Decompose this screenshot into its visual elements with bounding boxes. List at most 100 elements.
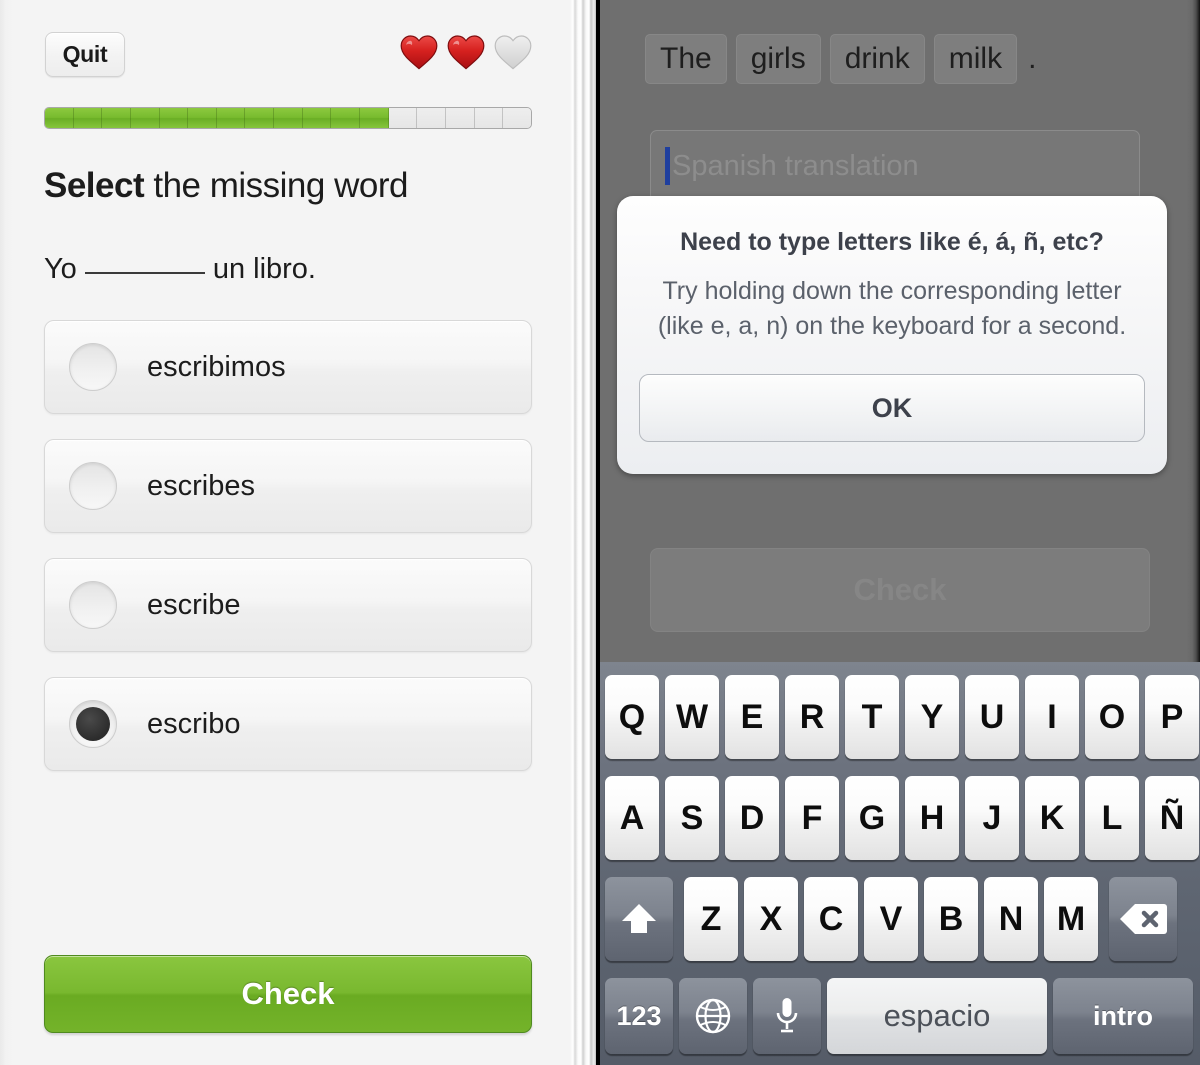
key-K[interactable]: K [1025,776,1079,860]
sentence-period: . [1028,42,1037,75]
progress-segment [130,108,160,128]
key-H[interactable]: H [905,776,959,860]
key-U[interactable]: U [965,675,1019,759]
progress-segment [302,108,332,128]
numbers-key[interactable]: 123 [605,978,673,1054]
key-A[interactable]: A [605,776,659,860]
key-Ñ[interactable]: Ñ [1145,776,1199,860]
progress-segment [388,108,418,128]
blank-underline [84,252,205,274]
check-button[interactable]: Check [44,955,532,1033]
radio-button[interactable] [69,581,117,629]
screenshot-root: Quit Select the missing word Yo un libro… [0,0,1200,1065]
sentence-before: Yo [44,253,77,285]
quit-button[interactable]: Quit [45,32,125,77]
key-W[interactable]: W [665,675,719,759]
key-E[interactable]: E [725,675,779,759]
keyboard-row-4: 123 espacio intro [600,978,1200,1054]
radio-button[interactable] [69,343,117,391]
key-B[interactable]: B [924,877,978,961]
answer-option-2[interactable]: escribe [44,558,532,652]
sentence-after: un libro. [212,253,316,285]
check-button-dimmed-label: Check [853,572,947,607]
key-Y[interactable]: Y [905,675,959,759]
key-J[interactable]: J [965,776,1019,860]
dictation-key[interactable] [753,978,821,1054]
progress-segment [102,108,131,128]
numbers-key-label: 123 [616,1000,662,1031]
radio-button[interactable] [69,462,117,510]
key-X[interactable]: X [744,877,798,961]
alert-dialog: Need to type letters like é, á, ñ, etc? … [617,196,1167,474]
check-button-dimmed[interactable]: Check [650,548,1150,632]
key-T[interactable]: T [845,675,899,759]
backspace-delete-icon [1120,904,1167,934]
check-button-label: Check [241,976,335,1011]
answer-option-3[interactable]: escribo [44,677,532,771]
progress-segment [474,108,504,128]
page-stack-edge [570,0,596,1065]
keyboard-row-3: ZXCVBNM [600,877,1200,961]
text-caret [665,147,670,185]
return-key[interactable]: intro [1053,978,1193,1054]
backspace-key[interactable] [1109,877,1177,961]
radio-button[interactable] [69,700,117,748]
key-D[interactable]: D [725,776,779,860]
key-G[interactable]: G [845,776,899,860]
alert-body: Try holding down the corresponding lette… [641,274,1143,344]
alert-body-line-1: Try holding down the corresponding lette… [662,277,1122,305]
key-P[interactable]: P [1145,675,1199,759]
progress-segment [445,108,475,128]
key-M[interactable]: M [1044,877,1098,961]
hearts-meter [400,34,532,70]
key-O[interactable]: O [1085,675,1139,759]
answer-option-label: escribo [147,707,241,740]
translation-input[interactable]: Spanish translation [650,130,1140,202]
space-key[interactable]: espacio [827,978,1047,1054]
key-F[interactable]: F [785,776,839,860]
return-key-label: intro [1093,1000,1153,1031]
microphone-icon [776,998,798,1033]
progress-segment [245,108,275,128]
answer-option-label: escribe [147,588,241,621]
key-C[interactable]: C [804,877,858,961]
alert-body-line-2: (like e, a, n) on the keyboard for a sec… [657,312,1127,340]
answer-option-1[interactable]: escribes [44,439,532,533]
word-chip[interactable]: girls [735,34,821,84]
key-Q[interactable]: Q [605,675,659,759]
key-S[interactable]: S [665,776,719,860]
space-key-label: espacio [883,998,991,1033]
keyboard-row-2: ASDFGHJKLÑ [600,776,1200,860]
word-chip[interactable]: drink [829,34,925,84]
answer-options-list: escribimos escribes escribe escribo [44,320,532,796]
key-N[interactable]: N [984,877,1038,961]
globe-key[interactable] [679,978,747,1054]
key-Z[interactable]: Z [684,877,738,961]
alert-ok-button[interactable]: OK [639,374,1145,442]
lesson-progress-bar [44,107,532,129]
shift-arrow-up-icon [622,904,656,933]
shift-key[interactable] [605,877,673,961]
progress-segment [188,108,217,128]
answer-option-label: escribimos [147,350,286,383]
progress-segment [360,108,389,128]
progress-segment [503,108,531,128]
key-L[interactable]: L [1085,776,1139,860]
progress-segment [45,108,74,128]
progress-segment [216,108,246,128]
exercise-sentence: Yo un libro. [44,252,544,286]
answer-option-0[interactable]: escribimos [44,320,532,414]
duolingo-owl-mascot [1196,438,1200,668]
globe-language-icon [695,998,731,1034]
word-chip[interactable]: The [645,34,727,84]
progress-segment [331,108,361,128]
progress-segment [159,108,189,128]
key-R[interactable]: R [785,675,839,759]
prompt-rest: the missing word [144,166,408,205]
word-chip[interactable]: milk [933,34,1018,84]
page-title: Select the missing word [44,166,544,206]
key-V[interactable]: V [864,877,918,961]
key-I[interactable]: I [1025,675,1079,759]
heart-filled-icon [400,35,438,70]
keyboard-row-1: QWERTYUIOP [600,675,1200,759]
